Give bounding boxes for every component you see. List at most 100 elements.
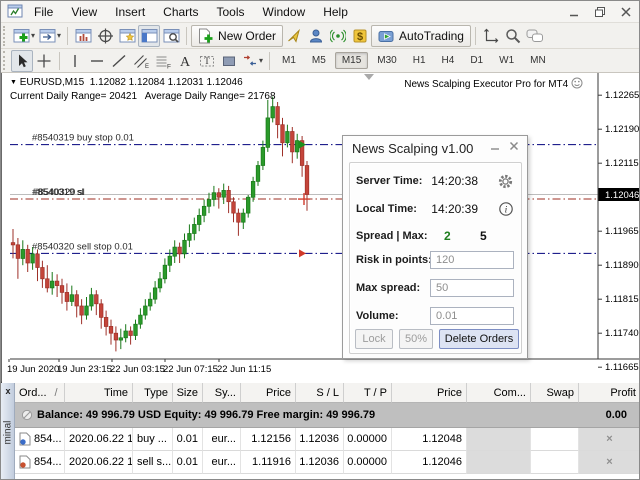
ea-smiley-icon <box>571 77 583 89</box>
local-time-value: 14:20:39 <box>431 202 478 216</box>
order-row-2[interactable]: 854...2020.06.22 1...sell s...0.01eur...… <box>15 451 639 474</box>
timeframe-mn[interactable]: MN <box>523 52 553 69</box>
timeframe-w1[interactable]: W1 <box>492 52 521 69</box>
timeframe-m30[interactable]: M30 <box>370 52 403 69</box>
menu-window[interactable]: Window <box>254 3 315 21</box>
risk-in-points-input[interactable] <box>430 251 514 269</box>
timeframe-h1[interactable]: H1 <box>406 52 433 69</box>
column-header-size[interactable]: Size <box>173 383 203 403</box>
minimize-window-button[interactable] <box>561 3 587 21</box>
toolbar-grip[interactable] <box>3 51 8 70</box>
panel-title-bar[interactable]: News Scalping v1.00 <box>343 136 527 160</box>
column-header-sl[interactable]: S / L <box>296 383 344 403</box>
arrows-button[interactable]: ▾ <box>240 50 265 72</box>
fifty-percent-button[interactable]: 50% <box>399 329 433 349</box>
chart-plot[interactable]: #8540319 buy stop 0.01#8540319 sl#854032… <box>2 73 640 383</box>
terminal-button[interactable] <box>138 24 161 47</box>
balance-row[interactable]: Balance: 49 996.79 USD Equity: 49 996.79… <box>15 403 639 428</box>
crosshair-button[interactable] <box>33 50 55 72</box>
drawing-toolbar: E F A T ▾ M1 M5 M15 M30 H1 H4 D1 W1 MN <box>1 49 639 73</box>
chart-profiles-button[interactable]: ▾ <box>37 25 63 47</box>
text-button[interactable]: A <box>174 50 196 72</box>
timeframe-m5[interactable]: M5 <box>305 52 333 69</box>
order-row-1[interactable]: 854...2020.06.22 1...buy ...0.01eur...1.… <box>15 428 639 451</box>
zoom-in-button[interactable] <box>502 25 524 47</box>
sort-indicator: / <box>54 386 58 399</box>
timeframe-d1[interactable]: D1 <box>463 52 490 69</box>
vertical-line-button[interactable] <box>64 50 86 72</box>
experts-button[interactable] <box>305 25 327 47</box>
orders-table: Ord... / Time Type Size Sy... Price S / LT / PP… <box>15 383 639 479</box>
menu-file[interactable]: File <box>25 3 62 21</box>
svg-text:A: A <box>180 55 191 69</box>
chart-shift-marker[interactable] <box>364 74 374 80</box>
timeframe-h4[interactable]: H4 <box>435 52 462 69</box>
menu-tools[interactable]: Tools <box>208 3 254 21</box>
server-time-value: 14:20:38 <box>431 174 478 188</box>
column-header-com[interactable]: Com... <box>467 383 531 403</box>
equidistant-channel-button[interactable]: E <box>130 50 152 72</box>
chevron-down-icon[interactable]: ▾ <box>57 31 61 40</box>
panel-close-icon[interactable] <box>506 138 522 154</box>
timeframe-m15[interactable]: M15 <box>334 52 369 69</box>
cursor-button[interactable] <box>11 49 33 72</box>
delete-order-button[interactable]: × <box>606 433 612 445</box>
chat-button[interactable] <box>524 25 546 47</box>
text-label-button[interactable]: T <box>196 50 218 72</box>
new-chart-button[interactable]: ▾ <box>11 25 37 47</box>
delete-orders-button[interactable]: Delete Orders <box>439 329 519 349</box>
max-spread-input[interactable] <box>430 279 514 297</box>
chevron-down-icon[interactable]: ▾ <box>31 31 35 40</box>
market-button[interactable]: $ <box>349 25 371 47</box>
terminal-close-button[interactable]: x <box>2 385 14 397</box>
fibonacci-button[interactable]: F <box>152 50 174 72</box>
panel-minimize-button[interactable] <box>487 138 503 154</box>
trendline-button[interactable] <box>108 50 130 72</box>
column-header-swap[interactable]: Swap <box>531 383 579 403</box>
shapes-button[interactable] <box>218 50 240 72</box>
column-header-time[interactable]: Time <box>65 383 133 403</box>
volume-input[interactable] <box>430 307 514 325</box>
collapse-arrow-icon[interactable]: ▼ <box>10 79 17 86</box>
cell-size: 0.01 <box>173 451 203 474</box>
terminal-tab[interactable]: minal <box>3 421 14 445</box>
column-header-price[interactable]: Price <box>241 383 296 403</box>
toolbar-separator <box>269 51 271 70</box>
menu-help[interactable]: Help <box>314 3 357 21</box>
column-header-tp[interactable]: T / P <box>344 383 392 403</box>
data-window-button[interactable] <box>94 25 116 47</box>
column-header-profit[interactable]: Profit <box>579 383 639 403</box>
navigator-button[interactable] <box>116 25 138 47</box>
horizontal-line-button[interactable] <box>86 50 108 72</box>
gear-icon[interactable] <box>497 173 514 190</box>
signals-button[interactable] <box>327 25 349 47</box>
close-window-button[interactable] <box>613 3 639 21</box>
column-header-sy[interactable]: Sy... <box>203 383 241 403</box>
lock-button[interactable]: Lock <box>355 329 393 349</box>
ea-name-label: News Scalping Executor Pro for MT4 <box>404 77 583 90</box>
new-order-button[interactable]: New Order <box>191 24 284 47</box>
price-tick: 1.12190 <box>605 124 639 135</box>
menu-view[interactable]: View <box>62 3 106 21</box>
column-header-price[interactable]: Price <box>392 383 467 403</box>
metaeditor-button[interactable] <box>283 25 305 47</box>
menu-charts[interactable]: Charts <box>154 3 207 21</box>
menu-insert[interactable]: Insert <box>106 3 154 21</box>
chevron-down-icon[interactable]: ▾ <box>259 56 263 65</box>
autotrading-button[interactable]: AutoTrading <box>371 24 471 47</box>
timeframe-m1[interactable]: M1 <box>275 52 303 69</box>
delete-order-button[interactable]: × <box>606 456 612 468</box>
info-icon[interactable]: i <box>497 201 514 218</box>
order-sell-icon <box>19 455 31 469</box>
chart-axes-button[interactable] <box>480 25 502 47</box>
panel-title: News Scalping v1.00 <box>352 140 474 156</box>
signals-icon <box>330 28 347 44</box>
toolbar-grip[interactable] <box>3 25 8 46</box>
chart-window[interactable]: #8540319 buy stop 0.01 #8540319 sl #854032… <box>1 73 640 383</box>
column-header-type[interactable]: Type <box>133 383 173 403</box>
news-scalping-panel[interactable]: News Scalping v1.00 Server Time: 14:20:3… <box>342 135 528 359</box>
restore-window-button[interactable] <box>587 3 613 21</box>
strategy-tester-button[interactable] <box>160 25 182 47</box>
column-header-ord[interactable]: Ord... / <box>15 383 65 403</box>
market-watch-button[interactable] <box>72 25 94 47</box>
